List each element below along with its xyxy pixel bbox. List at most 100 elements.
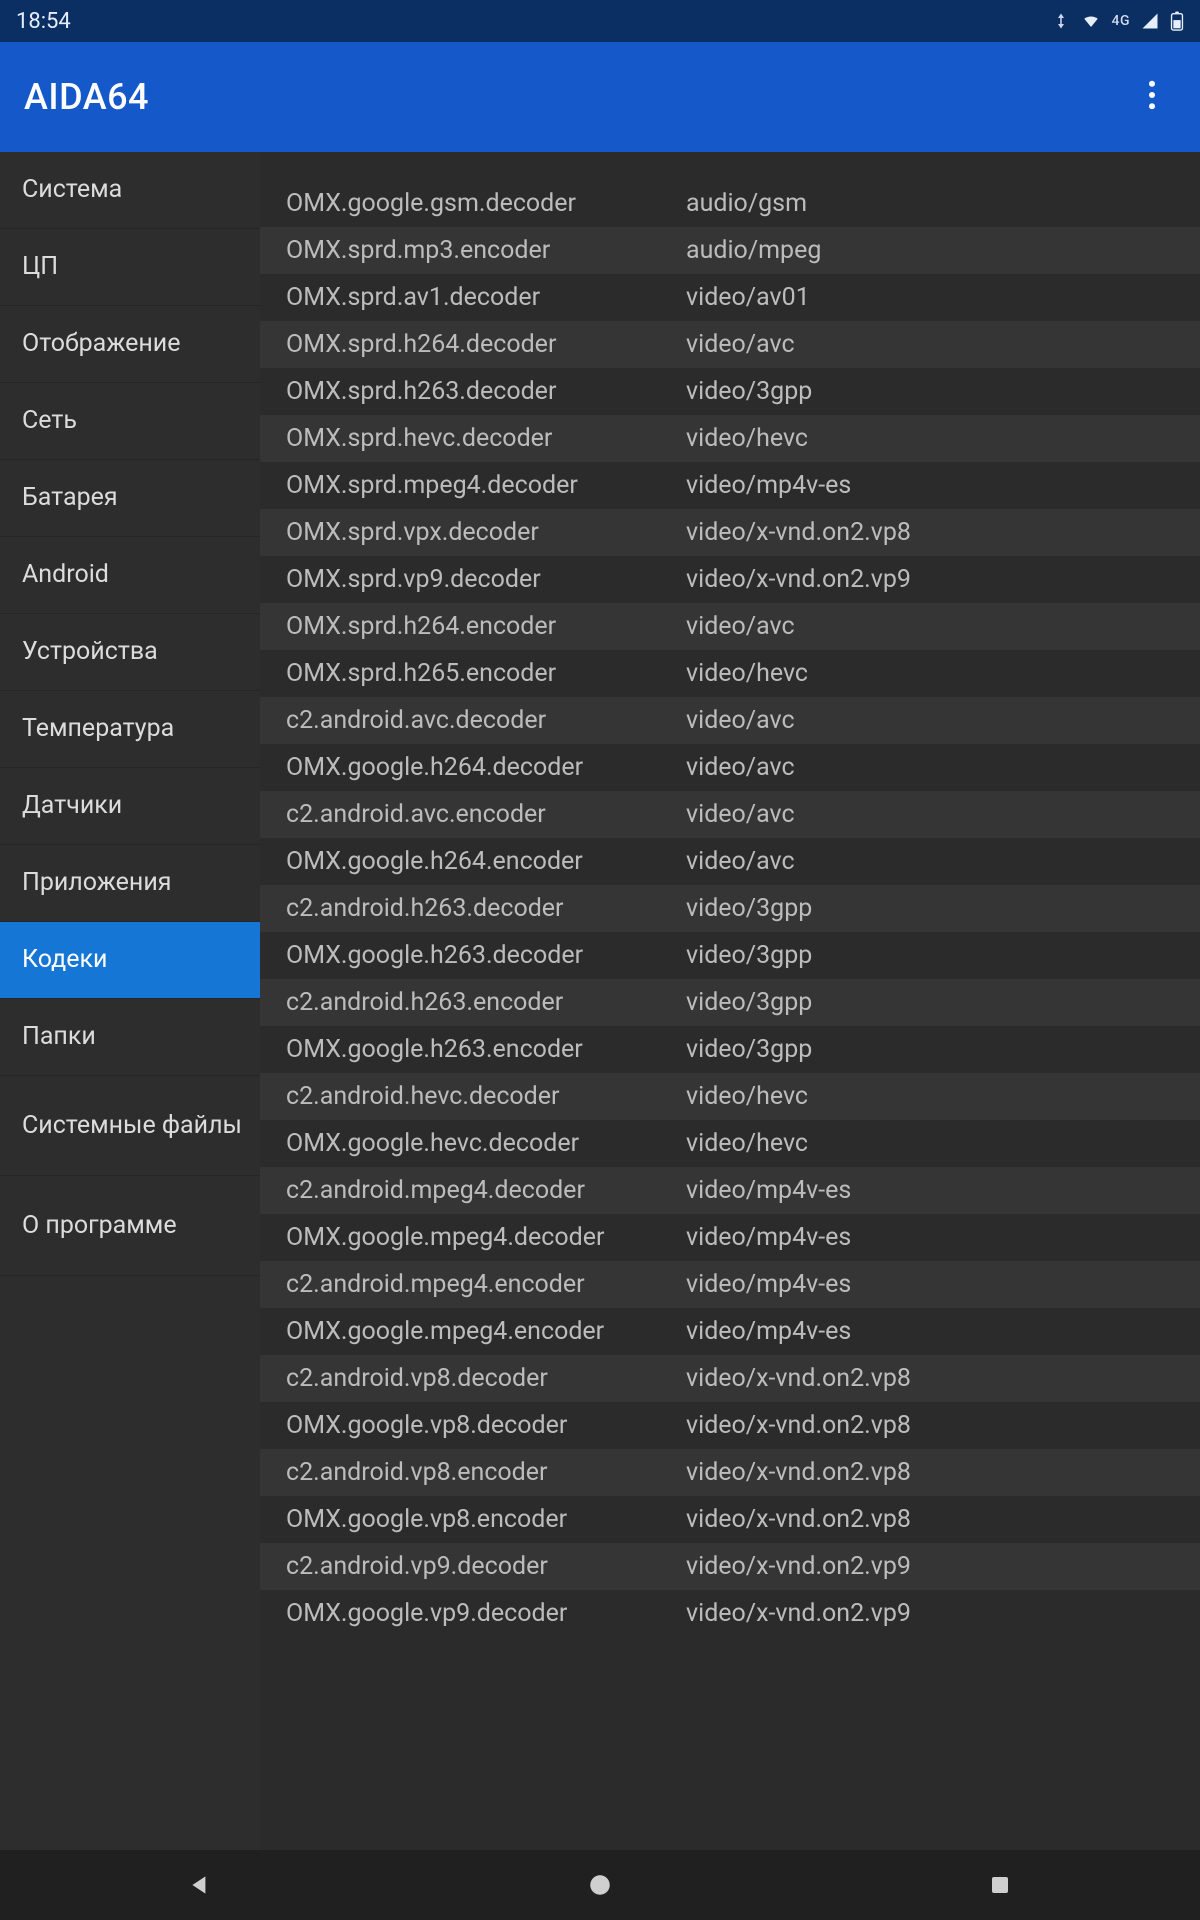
codec-row[interactable]: OMX.sprd.vpx.decodervideo/x-vnd.on2.vp8 — [260, 509, 1200, 556]
codec-row[interactable]: c2.android.h263.encodervideo/3gpp — [260, 979, 1200, 1026]
codec-name: OMX.google.gsm.decoder — [286, 189, 686, 218]
codec-row[interactable]: OMX.google.h264.encodervideo/avc — [260, 838, 1200, 885]
codec-row[interactable]: c2.android.vp8.encodervideo/x-vnd.on2.vp… — [260, 1449, 1200, 1496]
codec-mime: video/mp4v-es — [686, 1270, 1200, 1299]
codec-row[interactable]: OMX.sprd.h263.decodervideo/3gpp — [260, 368, 1200, 415]
codec-name: OMX.google.hevc.decoder — [286, 1129, 686, 1158]
back-button[interactable] — [140, 1855, 260, 1915]
sidebar-item[interactable]: Отображение — [0, 306, 260, 383]
codec-mime: video/3gpp — [686, 377, 1200, 406]
codec-mime: video/x-vnd.on2.vp8 — [686, 1411, 1200, 1440]
codec-row[interactable]: OMX.google.gsm.decoderaudio/gsm — [260, 180, 1200, 227]
codec-mime: video/mp4v-es — [686, 1176, 1200, 1205]
codec-row[interactable]: OMX.google.mpeg4.decodervideo/mp4v-es — [260, 1214, 1200, 1261]
screen: 18:54 4G AIDA64 Система ЦП — [0, 0, 1200, 1920]
codec-name: OMX.sprd.mp3.encoder — [286, 236, 686, 265]
codec-name: OMX.google.vp8.encoder — [286, 1505, 686, 1534]
codec-name: OMX.google.h264.encoder — [286, 847, 686, 876]
codec-name: OMX.google.vp9.decoder — [286, 1599, 686, 1628]
status-time: 18:54 — [16, 9, 71, 34]
codec-name: OMX.google.vp8.decoder — [286, 1411, 686, 1440]
more-vert-icon — [1148, 80, 1156, 114]
codec-mime: video/avc — [686, 847, 1200, 876]
codec-mime: video/3gpp — [686, 988, 1200, 1017]
codec-mime: video/avc — [686, 800, 1200, 829]
codec-row[interactable]: OMX.sprd.vp9.decodervideo/x-vnd.on2.vp9 — [260, 556, 1200, 603]
codec-row[interactable]: OMX.google.vp8.decodervideo/x-vnd.on2.vp… — [260, 1402, 1200, 1449]
sidebar-item[interactable]: ЦП — [0, 229, 260, 306]
codec-row[interactable]: OMX.sprd.hevc.decodervideo/hevc — [260, 415, 1200, 462]
codec-name: OMX.google.mpeg4.encoder — [286, 1317, 686, 1346]
codec-row[interactable]: c2.android.avc.encodervideo/avc — [260, 791, 1200, 838]
codec-name: c2.android.mpeg4.encoder — [286, 1270, 686, 1299]
sidebar-item[interactable]: Система — [0, 152, 260, 229]
codec-name: c2.android.hevc.decoder — [286, 1082, 686, 1111]
signal-icon — [1140, 12, 1160, 30]
network-type: 4G — [1112, 13, 1131, 29]
sidebar-item[interactable]: Батарея — [0, 460, 260, 537]
codec-mime: video/mp4v-es — [686, 1223, 1200, 1252]
codec-mime: video/avc — [686, 612, 1200, 641]
codec-name: c2.android.vp9.decoder — [286, 1552, 686, 1581]
overflow-menu-button[interactable] — [1128, 73, 1176, 121]
codec-mime: video/x-vnd.on2.vp8 — [686, 1505, 1200, 1534]
codec-row[interactable]: OMX.google.mpeg4.encodervideo/mp4v-es — [260, 1308, 1200, 1355]
codec-row[interactable]: OMX.google.h263.encodervideo/3gpp — [260, 1026, 1200, 1073]
status-bar: 18:54 4G — [0, 0, 1200, 42]
sidebar-item[interactable]: Датчики — [0, 768, 260, 845]
body: Система ЦПОтображениеСетьБатареяAndroidУс… — [0, 152, 1200, 1850]
codec-row[interactable]: OMX.sprd.h264.decodervideo/avc — [260, 321, 1200, 368]
codec-row[interactable]: OMX.sprd.h265.encodervideo/hevc — [260, 650, 1200, 697]
battery-icon — [1170, 11, 1184, 31]
app-title: AIDA64 — [24, 76, 149, 118]
codec-row[interactable]: c2.android.h263.decodervideo/3gpp — [260, 885, 1200, 932]
sidebar-item[interactable]: Системные файлы — [0, 1076, 260, 1176]
codec-name: OMX.sprd.h264.decoder — [286, 330, 686, 359]
sidebar[interactable]: Система ЦПОтображениеСетьБатареяAndroidУс… — [0, 152, 260, 1850]
wifi-icon — [1080, 12, 1102, 30]
codec-row[interactable]: OMX.google.vp9.decodervideo/x-vnd.on2.vp… — [260, 1590, 1200, 1637]
recents-icon — [988, 1873, 1012, 1897]
codec-row[interactable]: c2.android.vp8.decodervideo/x-vnd.on2.vp… — [260, 1355, 1200, 1402]
codec-name: OMX.sprd.hevc.decoder — [286, 424, 686, 453]
recents-button[interactable] — [940, 1855, 1060, 1915]
codec-mime: video/mp4v-es — [686, 471, 1200, 500]
home-icon — [587, 1872, 613, 1898]
sidebar-item[interactable]: Папки — [0, 999, 260, 1076]
codec-row[interactable]: OMX.google.h264.decodervideo/avc — [260, 744, 1200, 791]
codec-name: OMX.sprd.h265.encoder — [286, 659, 686, 688]
sidebar-item-label: Система — [22, 175, 122, 205]
codec-name: c2.android.avc.decoder — [286, 706, 686, 735]
sidebar-item-label: Температура — [22, 714, 174, 744]
codec-name: OMX.sprd.mpeg4.decoder — [286, 471, 686, 500]
codec-row[interactable]: c2.android.hevc.decodervideo/hevc — [260, 1073, 1200, 1120]
codec-row[interactable]: c2.android.vp9.decodervideo/x-vnd.on2.vp… — [260, 1543, 1200, 1590]
codec-row[interactable]: OMX.sprd.av1.decodervideo/av01 — [260, 274, 1200, 321]
sidebar-item[interactable]: Приложения — [0, 845, 260, 922]
codec-mime: video/3gpp — [686, 941, 1200, 970]
sidebar-item[interactable]: Сеть — [0, 383, 260, 460]
sidebar-item[interactable]: Температура — [0, 691, 260, 768]
sidebar-item[interactable]: Android — [0, 537, 260, 614]
codec-row[interactable]: OMX.sprd.mp3.encoderaudio/mpeg — [260, 227, 1200, 274]
codec-name: OMX.sprd.av1.decoder — [286, 283, 686, 312]
codec-mime: video/x-vnd.on2.vp9 — [686, 565, 1200, 594]
codec-row[interactable]: c2.android.mpeg4.encodervideo/mp4v-es — [260, 1261, 1200, 1308]
codec-row[interactable]: OMX.google.h263.decodervideo/3gpp — [260, 932, 1200, 979]
codec-mime: video/x-vnd.on2.vp8 — [686, 1458, 1200, 1487]
codec-row[interactable]: OMX.sprd.h264.encodervideo/avc — [260, 603, 1200, 650]
codec-mime: video/x-vnd.on2.vp9 — [686, 1552, 1200, 1581]
codec-name: c2.android.h263.decoder — [286, 894, 686, 923]
codec-mime: video/av01 — [686, 283, 1200, 312]
codec-list[interactable]: OMX.google.gsm.decoderaudio/gsmOMX.sprd.… — [260, 152, 1200, 1850]
codec-row[interactable]: c2.android.mpeg4.decodervideo/mp4v-es — [260, 1167, 1200, 1214]
home-button[interactable] — [540, 1855, 660, 1915]
codec-row[interactable]: OMX.google.hevc.decodervideo/hevc — [260, 1120, 1200, 1167]
codec-row[interactable]: OMX.sprd.mpeg4.decodervideo/mp4v-es — [260, 462, 1200, 509]
codec-row[interactable]: c2.android.avc.decodervideo/avc — [260, 697, 1200, 744]
sidebar-item[interactable]: Кодеки — [0, 922, 260, 999]
codec-mime: video/x-vnd.on2.vp8 — [686, 1364, 1200, 1393]
sidebar-item[interactable]: О программе — [0, 1176, 260, 1276]
codec-row[interactable]: OMX.google.vp8.encodervideo/x-vnd.on2.vp… — [260, 1496, 1200, 1543]
sidebar-item[interactable]: Устройства — [0, 614, 260, 691]
